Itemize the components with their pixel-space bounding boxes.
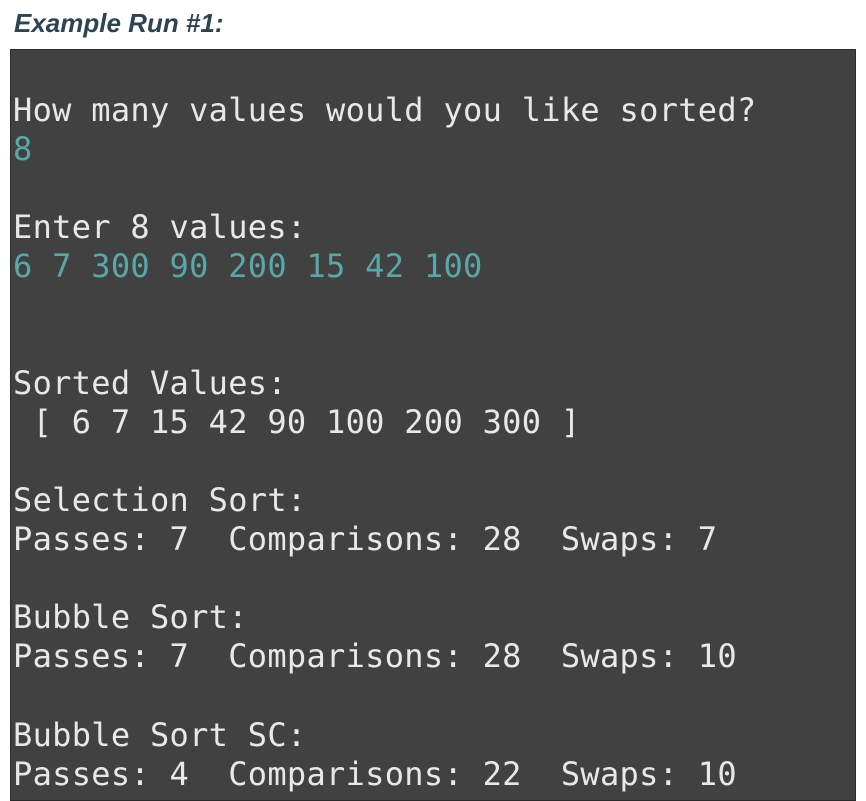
selection-sort-stats: Passes: 7 Comparisons: 28 Swaps: 7 [13, 520, 717, 558]
terminal-output: How many values would you like sorted? 8… [10, 49, 856, 801]
example-run-heading: Example Run #1: [10, 8, 856, 39]
input-count: 8 [13, 130, 33, 168]
prompt-count: How many values would you like sorted? [13, 91, 757, 129]
input-values: 6 7 300 90 200 15 42 100 [13, 247, 483, 285]
bubble-sort-title: Bubble Sort: [13, 598, 248, 636]
bubble-sort-sc-title: Bubble Sort SC: [13, 716, 306, 754]
prompt-enter-values: Enter 8 values: [13, 208, 306, 246]
sorted-values-array: [ 6 7 15 42 90 100 200 300 ] [13, 403, 580, 441]
bubble-sort-stats: Passes: 7 Comparisons: 28 Swaps: 10 [13, 637, 737, 675]
bubble-sort-sc-stats: Passes: 4 Comparisons: 22 Swaps: 10 [13, 755, 737, 793]
selection-sort-title: Selection Sort: [13, 481, 306, 519]
sorted-values-label: Sorted Values: [13, 364, 287, 402]
